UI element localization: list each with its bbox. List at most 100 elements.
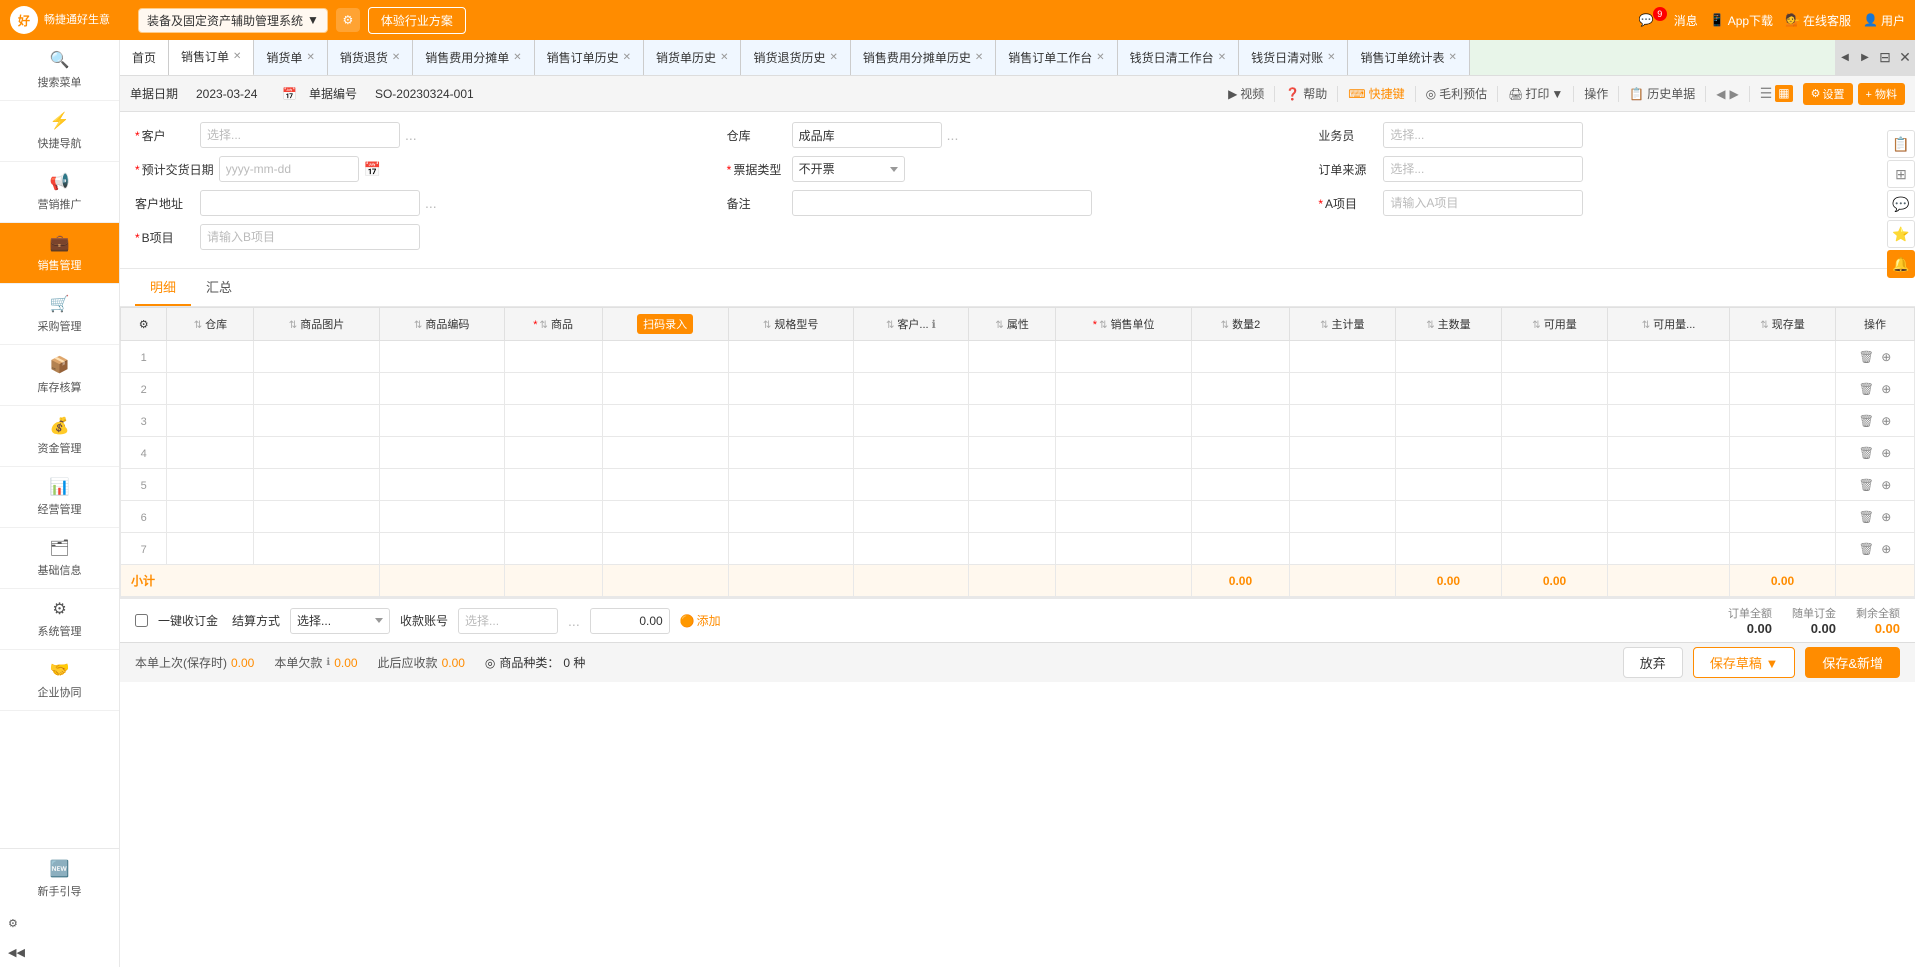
row-main-qty-7[interactable] — [1395, 533, 1501, 565]
row-available2-1[interactable] — [1608, 341, 1730, 373]
row-copy-1[interactable]: ⊕ — [1881, 350, 1891, 364]
quick-btn-4[interactable]: ⭐ — [1887, 220, 1915, 248]
row-spec-2[interactable] — [728, 373, 853, 405]
row-stock-5[interactable] — [1729, 469, 1835, 501]
row-warehouse-2[interactable] — [167, 373, 254, 405]
row-qty2-1[interactable] — [1192, 341, 1290, 373]
row-available-5[interactable] — [1501, 469, 1607, 501]
row-main-qty-3[interactable] — [1395, 405, 1501, 437]
row-image-6[interactable] — [254, 501, 379, 533]
industry-btn[interactable]: 体验行业方案 — [368, 7, 466, 34]
row-code-4[interactable] — [379, 437, 504, 469]
row-stock-4[interactable] — [1729, 437, 1835, 469]
sidebar-item-sales[interactable]: 💼 销售管理 — [0, 223, 119, 284]
row-qty2-7[interactable] — [1192, 533, 1290, 565]
system-title[interactable]: 装备及固定资产辅助管理系统 ▼ — [138, 8, 328, 33]
row-qty2-4[interactable] — [1192, 437, 1290, 469]
row-spec-4[interactable] — [728, 437, 853, 469]
discard-btn[interactable]: 放弃 — [1623, 647, 1683, 678]
row-main-unit-7[interactable] — [1289, 533, 1395, 565]
delivery-calendar-icon[interactable]: 📅 — [364, 161, 381, 178]
row-main-qty-1[interactable] — [1395, 341, 1501, 373]
customer-input[interactable] — [200, 122, 400, 148]
quick-btn-1[interactable]: 📋 — [1887, 130, 1915, 158]
row-available-2[interactable] — [1501, 373, 1607, 405]
row-attribute-7[interactable] — [969, 533, 1056, 565]
user-btn[interactable]: 👤 用户 — [1863, 12, 1905, 29]
sidebar-item-search[interactable]: 🔍 搜索菜单 — [0, 40, 119, 101]
row-available-7[interactable] — [1501, 533, 1607, 565]
row-available2-3[interactable] — [1608, 405, 1730, 437]
tab-close-sales-order-workbench[interactable]: ✕ — [1096, 52, 1104, 63]
amount-input[interactable] — [590, 608, 670, 634]
sidebar-item-base-info[interactable]: 🗂 基础信息 — [0, 528, 119, 589]
row-spec-3[interactable] — [728, 405, 853, 437]
profit-btn[interactable]: ◎ 毛利预估 — [1426, 85, 1488, 102]
row-stock-6[interactable] — [1729, 501, 1835, 533]
row-copy-6[interactable]: ⊕ — [1881, 510, 1891, 524]
tab-close-sales-refund-history[interactable]: ✕ — [829, 52, 837, 63]
tab-detail[interactable]: 明细 — [135, 269, 191, 306]
data-table-wrap[interactable]: ⚙ ⇅ 仓库 ⇅ 商品图片 ⇅ 商品编码 ⇅ 商品 扫码录入 ⇅ 规格型号 ⇅ … — [120, 307, 1915, 598]
tab-sales-return[interactable]: 销货单✕ — [254, 40, 327, 76]
row-attribute-1[interactable] — [969, 341, 1056, 373]
scan-btn[interactable]: 扫码录入 — [637, 314, 693, 334]
tab-sales-summary[interactable]: 销售订单统计表✕ — [1348, 40, 1469, 76]
row-stock-2[interactable] — [1729, 373, 1835, 405]
tab-sales-return-history[interactable]: 销货单历史✕ — [644, 40, 741, 76]
row-spec-7[interactable] — [728, 533, 853, 565]
sidebar-item-enterprise[interactable]: 🤝 企业协同 — [0, 650, 119, 711]
row-sales-unit-5[interactable] — [1056, 469, 1192, 501]
row-customer-code-5[interactable] — [853, 469, 968, 501]
sidebar-item-system[interactable]: ⚙ 系统管理 — [0, 589, 119, 650]
row-code-3[interactable] — [379, 405, 504, 437]
delivery-date-input[interactable] — [219, 156, 359, 182]
row-delete-1[interactable]: 🗑 — [1859, 350, 1874, 364]
tab-cash-daily-account[interactable]: 钱货日清对账✕ — [1239, 40, 1348, 76]
row-product-3[interactable] — [504, 405, 602, 437]
receipt-account-input[interactable] — [458, 608, 558, 634]
row-warehouse-4[interactable] — [167, 437, 254, 469]
row-warehouse-1[interactable] — [167, 341, 254, 373]
row-available2-5[interactable] — [1608, 469, 1730, 501]
row-delete-7[interactable]: 🗑 — [1859, 542, 1874, 556]
row-copy-4[interactable]: ⊕ — [1881, 446, 1891, 460]
order-source-input[interactable] — [1383, 156, 1583, 182]
sidebar-item-settings[interactable]: ⚙ — [0, 909, 119, 938]
b-project-input[interactable] — [200, 224, 420, 250]
tab-cash-daily-workbench[interactable]: 钱货日清工作台✕ — [1118, 40, 1239, 76]
row-delete-3[interactable]: 🗑 — [1859, 414, 1874, 428]
tab-close-sales-order-history[interactable]: ✕ — [623, 52, 631, 63]
tab-sales-refund-history[interactable]: 销货退货历史✕ — [741, 40, 850, 76]
warehouse-input[interactable] — [792, 122, 942, 148]
receipt-more-btn[interactable]: ... — [568, 613, 580, 629]
row-delete-6[interactable]: 🗑 — [1859, 510, 1874, 524]
tab-close-sales-return-history[interactable]: ✕ — [720, 52, 728, 63]
tab-sales-order-workbench[interactable]: 销售订单工作台✕ — [996, 40, 1117, 76]
sidebar-item-marketing[interactable]: 📢 营销推广 — [0, 162, 119, 223]
row-main-qty-4[interactable] — [1395, 437, 1501, 469]
row-product-4[interactable] — [504, 437, 602, 469]
row-image-2[interactable] — [254, 373, 379, 405]
tab-next-btn[interactable]: ▶ — [1855, 40, 1875, 76]
row-code-5[interactable] — [379, 469, 504, 501]
row-stock-1[interactable] — [1729, 341, 1835, 373]
sidebar-item-quick-nav[interactable]: ⚡ 快捷导航 — [0, 101, 119, 162]
tab-close-cash-daily-account[interactable]: ✕ — [1327, 52, 1335, 63]
lower-info-icon[interactable]: ℹ — [326, 657, 330, 668]
remark-input[interactable] — [792, 190, 1092, 216]
row-customer-code-7[interactable] — [853, 533, 968, 565]
tab-menu-btn[interactable]: ⊟ — [1875, 40, 1895, 76]
one-click-label[interactable]: 一键收订金 — [158, 612, 218, 629]
row-delete-5[interactable]: 🗑 — [1859, 478, 1874, 492]
next-record-btn[interactable]: ▶ — [1729, 87, 1738, 101]
calendar-icon[interactable]: 📅 — [282, 87, 297, 101]
operation-btn[interactable]: 操作 — [1584, 85, 1608, 102]
sidebar-item-inventory[interactable]: 📦 库存核算 — [0, 345, 119, 406]
row-customer-code-6[interactable] — [853, 501, 968, 533]
row-customer-code-3[interactable] — [853, 405, 968, 437]
view-btn[interactable]: ▶ 视频 — [1228, 85, 1264, 102]
save-draft-btn[interactable]: 保存草稿 ▼ — [1693, 647, 1796, 678]
row-product-2[interactable] — [504, 373, 602, 405]
row-image-3[interactable] — [254, 405, 379, 437]
